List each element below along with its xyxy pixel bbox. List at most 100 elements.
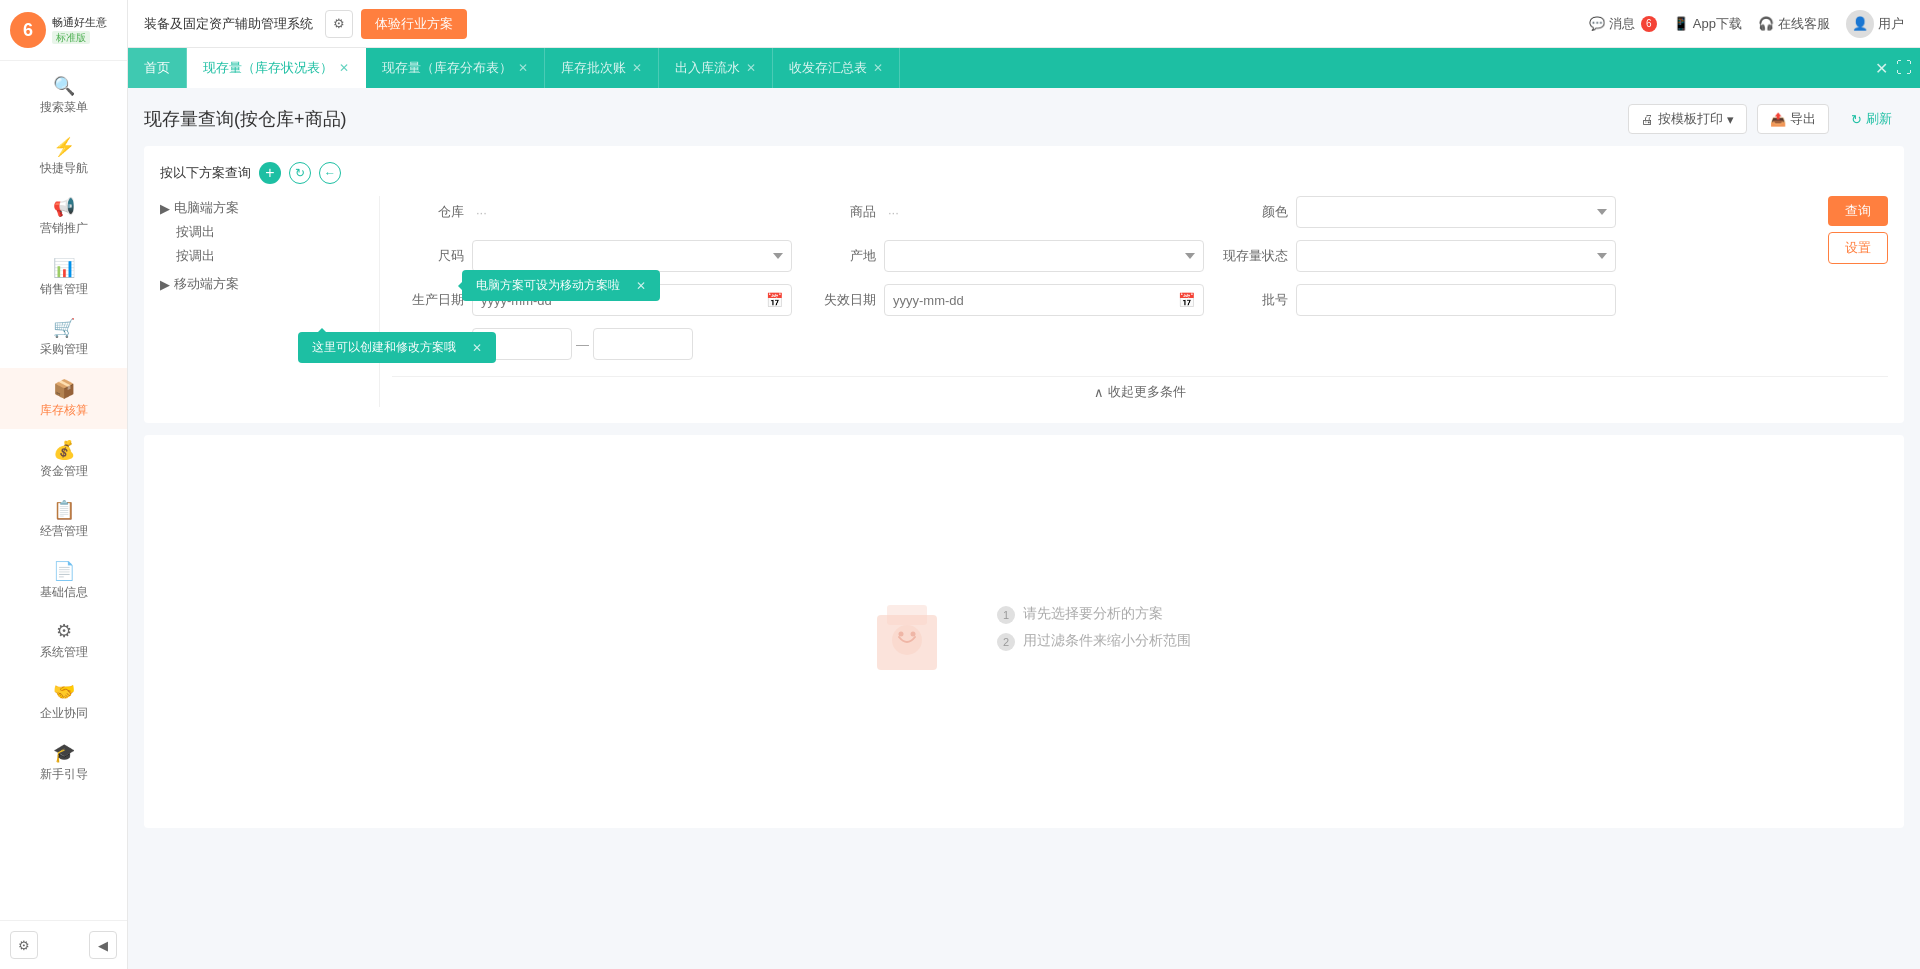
refresh-button[interactable]: ↻ 刷新 — [1839, 105, 1904, 133]
export-button[interactable]: 📤 导出 — [1757, 104, 1829, 134]
sidebar-label-inventory: 库存核算 — [40, 403, 88, 419]
tab-collect-summary-close[interactable]: ✕ — [873, 61, 883, 75]
sidebar-label-operations: 经营管理 — [40, 524, 88, 540]
sidebar-label-basicinfo: 基础信息 — [40, 585, 88, 601]
filter-row-2: 尺码 产地 现存量状态 — [392, 240, 1816, 272]
tooltip1-close-btn[interactable]: ✕ — [636, 279, 646, 293]
empty-step-1: 1 请先选择要分析的方案 — [997, 605, 1191, 624]
sidebar-item-sales[interactable]: 📊 销售管理 — [0, 247, 127, 308]
tab-home-label: 首页 — [144, 59, 170, 77]
sidebar-item-marketing[interactable]: 📢 营销推广 — [0, 186, 127, 247]
tab-inout-flow[interactable]: 出入库流水 ✕ — [659, 48, 773, 88]
tab-close-all-btn[interactable]: ✕ — [1875, 59, 1888, 78]
scheme-group-mobile-header[interactable]: ▶ 移动端方案 — [160, 272, 367, 296]
color-select[interactable] — [1296, 196, 1616, 228]
warehouse-dots[interactable]: ··· — [472, 205, 491, 220]
user-avatar: 👤 — [1846, 10, 1874, 38]
collapse-btn[interactable]: ∧ 收起更多条件 — [392, 376, 1888, 407]
sidebar-item-operations[interactable]: 📋 经营管理 — [0, 489, 127, 550]
filter-refresh-btn[interactable]: ↻ — [289, 162, 311, 184]
sidebar-item-purchase[interactable]: 🛒 采购管理 — [0, 307, 127, 368]
scheme-item-2[interactable]: 按调出 — [160, 244, 367, 268]
step1-text: 请先选择要分析的方案 — [1023, 605, 1163, 623]
origin-select[interactable] — [884, 240, 1204, 272]
support-item[interactable]: 🎧 在线客服 — [1758, 15, 1830, 33]
sidebar-item-finance[interactable]: 💰 资金管理 — [0, 429, 127, 490]
tab-home[interactable]: 首页 — [128, 48, 187, 88]
tab-expand-btn[interactable]: ⛶ — [1896, 59, 1912, 77]
system-icon: ⚙ — [56, 620, 72, 642]
expdate-input[interactable] — [893, 293, 1178, 308]
proddate-label: 生产日期 — [392, 291, 472, 309]
filter-back-btn[interactable]: ← — [319, 162, 341, 184]
warehouse-label: 仓库 — [392, 203, 472, 221]
header-left: 装备及固定资产辅助管理系统 ⚙ 体验行业方案 — [144, 9, 467, 39]
size-select[interactable] — [472, 240, 792, 272]
tooltip2-close-btn[interactable]: ✕ — [472, 341, 482, 355]
stock-main-to[interactable] — [593, 328, 693, 360]
tab-collect-summary[interactable]: 收发存汇总表 ✕ — [773, 48, 900, 88]
filter-row-1: 仓库 ··· 商品 ··· 颜色 — [392, 196, 1816, 228]
enterprise-icon: 🤝 — [53, 681, 75, 703]
filter-header: 按以下方案查询 + ↻ ← — [160, 162, 1888, 184]
status-select[interactable] — [1296, 240, 1616, 272]
system-title: 装备及固定资产辅助管理系统 — [144, 15, 313, 33]
sidebar-label-finance: 资金管理 — [40, 464, 88, 480]
sidebar-item-inventory[interactable]: 📦 库存核算 — [0, 368, 127, 429]
tab-bar-end: ✕ ⛶ — [1875, 59, 1920, 78]
tooltip2-text: 这里可以创建和修改方案哦 — [312, 339, 456, 356]
tab-inventory-dist-close[interactable]: ✕ — [518, 61, 528, 75]
sidebar-item-newbie[interactable]: 🎓 新手引导 — [0, 732, 127, 793]
scheme-item-1[interactable]: 按调出 — [160, 220, 367, 244]
refresh-icon: ↻ — [1851, 112, 1862, 127]
empty-step-2: 2 用过滤条件来缩小分析范围 — [997, 632, 1191, 651]
industry-btn[interactable]: 体验行业方案 — [361, 9, 467, 39]
set-button[interactable]: 设置 — [1828, 232, 1888, 264]
tab-batch-ledger-close[interactable]: ✕ — [632, 61, 642, 75]
filter-body: ▶ 电脑端方案 按调出 按调出 ▶ 移动端方案 — [160, 196, 1888, 407]
app-download-item[interactable]: 📱 App下载 — [1673, 15, 1742, 33]
logo-line1: 畅通好生意 — [52, 15, 107, 30]
settings-button[interactable]: ⚙ — [10, 931, 38, 959]
empty-state-inner: 1 请先选择要分析的方案 2 用过滤条件来缩小分析范围 — [857, 575, 1191, 688]
chevron-up-icon: ∧ — [1094, 385, 1104, 400]
export-label: 导出 — [1790, 110, 1816, 128]
print-template-button[interactable]: 🖨 按模板打印 ▾ — [1628, 104, 1747, 134]
tab-inventory-status-close[interactable]: ✕ — [339, 61, 349, 75]
batch-input[interactable] — [1296, 284, 1616, 316]
filter-actions-col: 查询 设置 — [1816, 196, 1888, 372]
logo-icon: 6 — [10, 12, 46, 48]
chevron-right-icon: ▶ — [160, 201, 170, 216]
proddate-calendar-icon[interactable]: 📅 — [766, 292, 783, 308]
search-button[interactable]: 查询 — [1828, 196, 1888, 226]
sidebar-item-basicinfo[interactable]: 📄 基础信息 — [0, 550, 127, 611]
user-item[interactable]: 👤 用户 — [1846, 10, 1904, 38]
collapse-sidebar-button[interactable]: ◀ — [89, 931, 117, 959]
finance-icon: 💰 — [53, 439, 75, 461]
messages-label: 消息 — [1609, 15, 1635, 33]
sidebar-item-system[interactable]: ⚙ 系统管理 — [0, 610, 127, 671]
goods-dots[interactable]: ··· — [884, 205, 903, 220]
step-num-1: 1 — [997, 606, 1015, 624]
tab-batch-ledger[interactable]: 库存批次账 ✕ — [545, 48, 659, 88]
scheme-group-pc-header[interactable]: ▶ 电脑端方案 — [160, 196, 367, 220]
expdate-calendar-icon[interactable]: 📅 — [1178, 292, 1195, 308]
messages-item[interactable]: 💬 消息 6 — [1589, 15, 1657, 33]
sidebar-item-search[interactable]: 🔍 搜索菜单 — [0, 65, 127, 126]
header-settings-button[interactable]: ⚙ — [325, 10, 353, 38]
basicinfo-icon: 📄 — [53, 560, 75, 582]
filter-add-btn[interactable]: + — [259, 162, 281, 184]
sidebar-label-newbie: 新手引导 — [40, 767, 88, 783]
operations-icon: 📋 — [53, 499, 75, 521]
page-title-bar: 现存量查询(按仓库+商品) 🖨 按模板打印 ▾ 📤 导出 ↻ 刷新 — [144, 104, 1904, 134]
sidebar-item-enterprise[interactable]: 🤝 企业协同 — [0, 671, 127, 732]
step2-text: 用过滤条件来缩小分析范围 — [1023, 632, 1191, 650]
sidebar-item-quicknav[interactable]: ⚡ 快捷导航 — [0, 126, 127, 187]
tab-inventory-status[interactable]: 现存量（库存状况表） ✕ — [187, 48, 366, 88]
tooltip1-text: 电脑方案可设为移动方案啦 — [476, 277, 620, 294]
tab-inout-flow-close[interactable]: ✕ — [746, 61, 756, 75]
tab-inventory-dist[interactable]: 现存量（库存分布表） ✕ — [366, 48, 545, 88]
filter-section: 电脑方案可设为移动方案啦 ✕ 这里可以创建和修改方案哦 ✕ 按以下方案查询 + … — [144, 146, 1904, 423]
tooltip-create-scheme: 这里可以创建和修改方案哦 ✕ — [298, 332, 496, 363]
sidebar-label-marketing: 营销推广 — [40, 221, 88, 237]
